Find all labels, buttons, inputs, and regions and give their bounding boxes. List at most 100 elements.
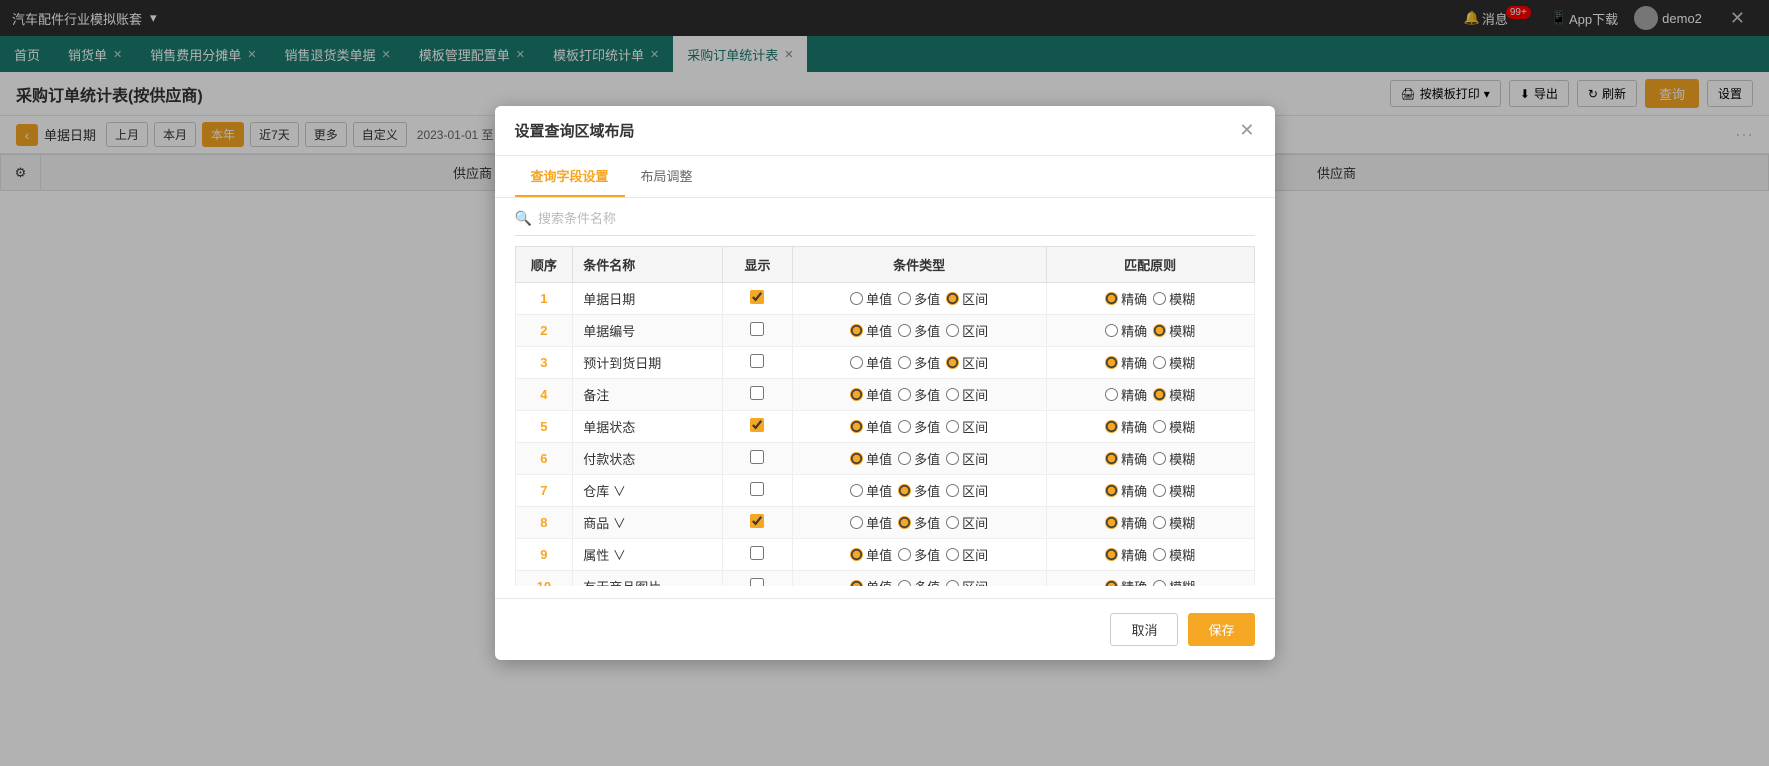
type-radio[interactable]	[946, 356, 959, 369]
type-radio-label[interactable]: 区间	[946, 513, 988, 532]
type-radio[interactable]	[946, 420, 959, 433]
type-radio[interactable]	[898, 516, 911, 529]
type-radio-label[interactable]: 多值	[898, 449, 940, 468]
type-radio[interactable]	[898, 420, 911, 433]
match-radio[interactable]	[1105, 420, 1118, 433]
type-radio[interactable]	[946, 324, 959, 337]
cancel-btn[interactable]: 取消	[1110, 613, 1178, 646]
type-radio[interactable]	[850, 580, 863, 586]
match-radio[interactable]	[1153, 580, 1166, 586]
match-radio[interactable]	[1153, 484, 1166, 497]
type-radio-label[interactable]: 多值	[898, 353, 940, 372]
show-checkbox[interactable]	[750, 418, 764, 432]
match-radio-label[interactable]: 精确	[1105, 577, 1147, 586]
match-radio-label[interactable]: 模糊	[1153, 289, 1195, 308]
row-show[interactable]	[723, 283, 792, 315]
row-show[interactable]	[723, 315, 792, 347]
row-type[interactable]: 单值多值区间	[792, 411, 1046, 443]
type-radio-label[interactable]: 多值	[898, 481, 940, 500]
match-radio-label[interactable]: 模糊	[1153, 353, 1195, 372]
type-radio[interactable]	[946, 516, 959, 529]
match-radio-label[interactable]: 精确	[1105, 321, 1147, 340]
match-radio-label[interactable]: 模糊	[1153, 385, 1195, 404]
row-type[interactable]: 单值多值区间	[792, 379, 1046, 411]
match-radio-label[interactable]: 模糊	[1153, 545, 1195, 564]
match-radio[interactable]	[1105, 516, 1118, 529]
match-radio[interactable]	[1105, 548, 1118, 561]
type-radio-label[interactable]: 区间	[946, 449, 988, 468]
match-radio-label[interactable]: 精确	[1105, 289, 1147, 308]
match-radio[interactable]	[1153, 356, 1166, 369]
type-radio[interactable]	[898, 484, 911, 497]
modal-close-btn[interactable]: ✕	[1239, 120, 1254, 141]
type-radio[interactable]	[850, 548, 863, 561]
match-radio[interactable]	[1153, 324, 1166, 337]
type-radio[interactable]	[946, 452, 959, 465]
modal-tab-query-fields[interactable]: 查询字段设置	[515, 156, 625, 197]
type-radio[interactable]	[850, 420, 863, 433]
match-radio[interactable]	[1105, 324, 1118, 337]
type-radio[interactable]	[898, 580, 911, 586]
match-radio-label[interactable]: 精确	[1105, 449, 1147, 468]
type-radio-label[interactable]: 区间	[946, 353, 988, 372]
row-match[interactable]: 精确模糊	[1046, 379, 1254, 411]
type-radio-label[interactable]: 多值	[898, 417, 940, 436]
match-radio-label[interactable]: 精确	[1105, 545, 1147, 564]
row-show[interactable]	[723, 507, 792, 539]
type-radio-label[interactable]: 区间	[946, 481, 988, 500]
type-radio-label[interactable]: 单值	[850, 385, 892, 404]
type-radio-label[interactable]: 单值	[850, 449, 892, 468]
modal-overlay[interactable]: 设置查询区域布局 ✕ 查询字段设置 布局调整 🔍 顺序 条件名称	[0, 0, 1769, 766]
match-radio-label[interactable]: 精确	[1105, 385, 1147, 404]
row-show[interactable]	[723, 571, 792, 587]
match-radio-label[interactable]: 模糊	[1153, 449, 1195, 468]
type-radio-label[interactable]: 区间	[946, 321, 988, 340]
type-radio-label[interactable]: 单值	[850, 417, 892, 436]
show-checkbox[interactable]	[750, 354, 764, 368]
row-match[interactable]: 精确模糊	[1046, 475, 1254, 507]
show-checkbox[interactable]	[750, 546, 764, 560]
match-radio-label[interactable]: 模糊	[1153, 577, 1195, 586]
match-radio-label[interactable]: 模糊	[1153, 417, 1195, 436]
type-radio-label[interactable]: 多值	[898, 385, 940, 404]
row-match[interactable]: 精确模糊	[1046, 443, 1254, 475]
type-radio[interactable]	[850, 292, 863, 305]
type-radio-label[interactable]: 多值	[898, 513, 940, 532]
type-radio[interactable]	[850, 388, 863, 401]
match-radio[interactable]	[1153, 516, 1166, 529]
row-show[interactable]	[723, 443, 792, 475]
row-type[interactable]: 单值多值区间	[792, 539, 1046, 571]
type-radio-label[interactable]: 区间	[946, 577, 988, 586]
type-radio-label[interactable]: 区间	[946, 289, 988, 308]
type-radio[interactable]	[898, 452, 911, 465]
match-radio-label[interactable]: 模糊	[1153, 513, 1195, 532]
match-radio-label[interactable]: 模糊	[1153, 321, 1195, 340]
type-radio[interactable]	[946, 484, 959, 497]
match-radio[interactable]	[1153, 388, 1166, 401]
row-type[interactable]: 单值多值区间	[792, 571, 1046, 587]
type-radio[interactable]	[850, 516, 863, 529]
show-checkbox[interactable]	[750, 514, 764, 528]
type-radio[interactable]	[946, 388, 959, 401]
type-radio-label[interactable]: 单值	[850, 545, 892, 564]
match-radio[interactable]	[1105, 484, 1118, 497]
match-radio[interactable]	[1105, 580, 1118, 586]
show-checkbox[interactable]	[750, 322, 764, 336]
row-show[interactable]	[723, 539, 792, 571]
type-radio-label[interactable]: 区间	[946, 545, 988, 564]
type-radio[interactable]	[850, 452, 863, 465]
type-radio[interactable]	[898, 292, 911, 305]
show-checkbox[interactable]	[750, 482, 764, 496]
type-radio-label[interactable]: 区间	[946, 417, 988, 436]
row-match[interactable]: 精确模糊	[1046, 507, 1254, 539]
row-type[interactable]: 单值多值区间	[792, 347, 1046, 379]
match-radio[interactable]	[1105, 356, 1118, 369]
row-type[interactable]: 单值多值区间	[792, 507, 1046, 539]
match-radio-label[interactable]: 精确	[1105, 353, 1147, 372]
type-radio-label[interactable]: 单值	[850, 577, 892, 586]
row-match[interactable]: 精确模糊	[1046, 411, 1254, 443]
match-radio-label[interactable]: 精确	[1105, 513, 1147, 532]
row-type[interactable]: 单值多值区间	[792, 283, 1046, 315]
type-radio-label[interactable]: 单值	[850, 353, 892, 372]
type-radio-label[interactable]: 多值	[898, 289, 940, 308]
